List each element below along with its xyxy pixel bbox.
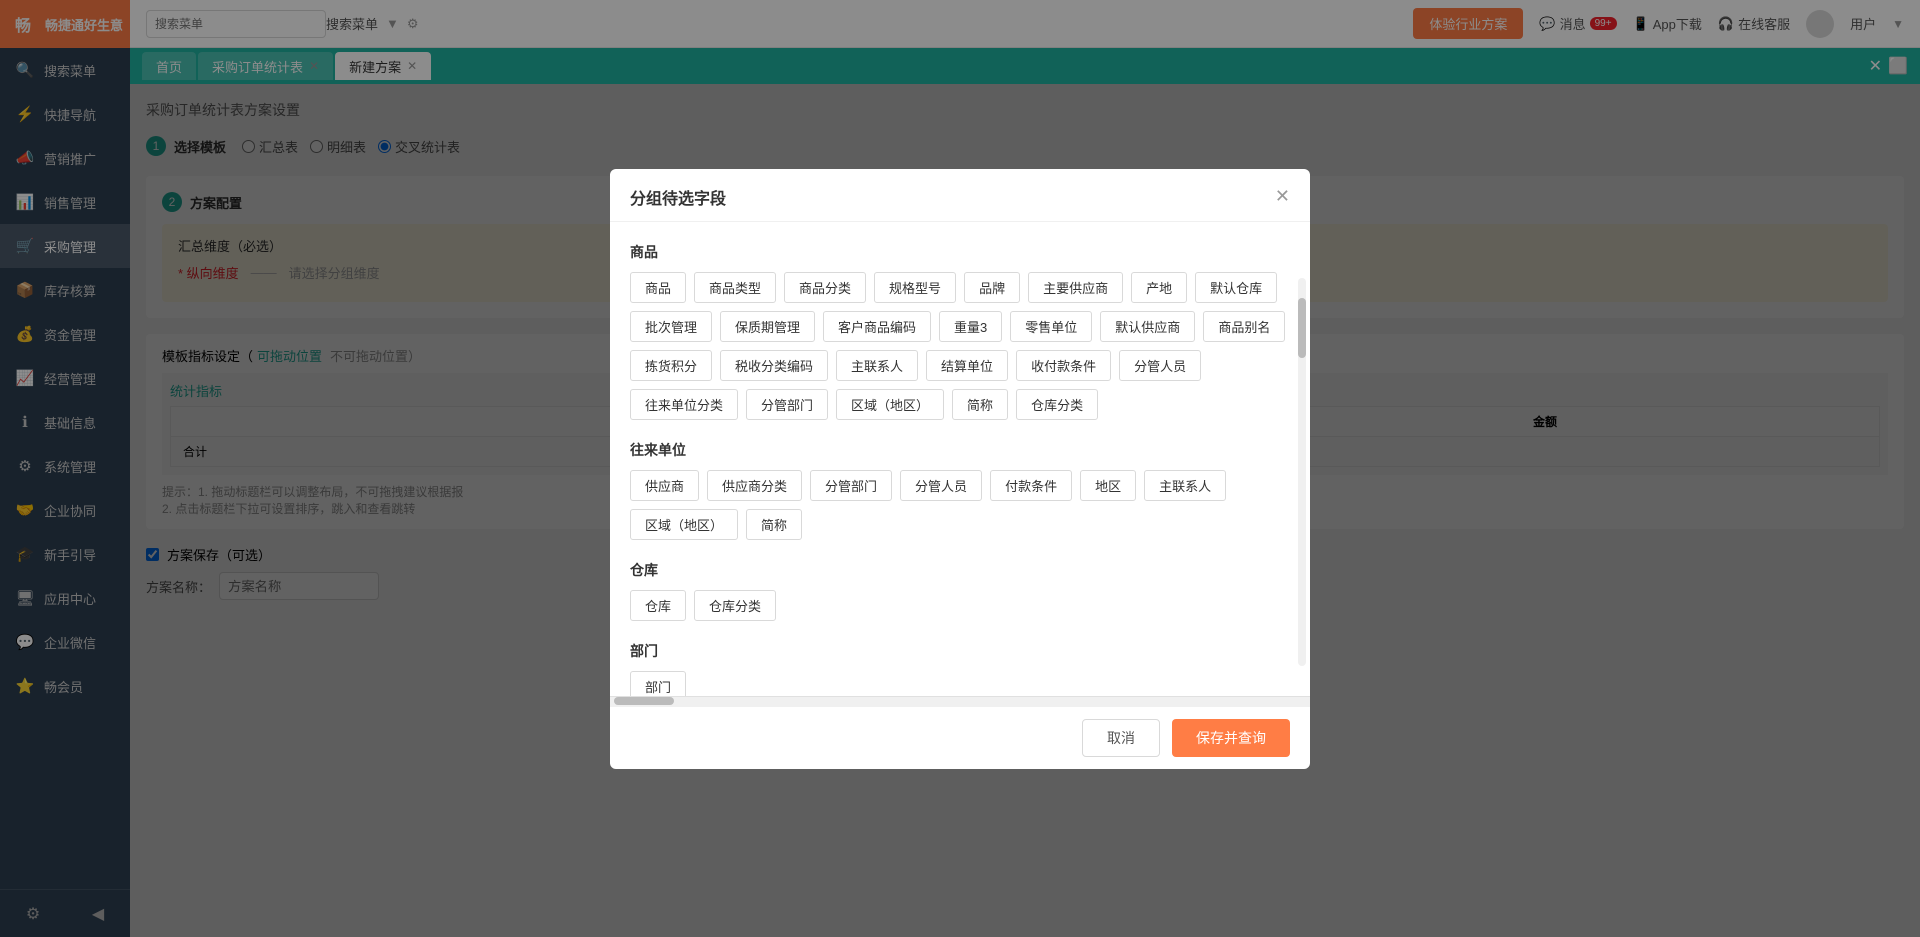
field-group-dept-title: 部门 xyxy=(630,641,1290,661)
field-tag-payment-terms[interactable]: 收付款条件 xyxy=(1016,350,1111,381)
field-tag-supplier[interactable]: 供应商 xyxy=(630,470,699,501)
field-tag-dept-charge[interactable]: 分管部门 xyxy=(810,470,892,501)
field-tag-counterpart-category[interactable]: 往来单位分类 xyxy=(630,389,738,420)
field-tag-product[interactable]: 商品 xyxy=(630,272,686,303)
modal-confirm-btn[interactable]: 保存并查询 xyxy=(1172,719,1290,757)
vscroll-thumb xyxy=(1298,298,1306,358)
field-tag-customer-code[interactable]: 客户商品编码 xyxy=(823,311,931,342)
field-tag-responsible-person[interactable]: 分管人员 xyxy=(1119,350,1201,381)
modal-hscroll[interactable] xyxy=(610,696,1310,705)
field-group-counterpart: 往来单位 供应商 供应商分类 分管部门 分管人员 付款条件 地区 主联系人 区域… xyxy=(630,440,1290,540)
modal-body[interactable]: 商品 商品 商品类型 商品分类 规格型号 品牌 主要供应商 产地 默认仓库 批次… xyxy=(610,222,1310,697)
field-tag-warehouse-category[interactable]: 仓库分类 xyxy=(1016,389,1098,420)
field-group-product: 商品 商品 商品类型 商品分类 规格型号 品牌 主要供应商 产地 默认仓库 批次… xyxy=(630,242,1290,420)
field-tag-expiry-mgmt[interactable]: 保质期管理 xyxy=(720,311,815,342)
field-tag-dept-in-charge[interactable]: 分管部门 xyxy=(746,389,828,420)
field-tag-brand[interactable]: 品牌 xyxy=(964,272,1020,303)
modal-overlay: 分组待选字段 ✕ 商品 商品 商品类型 商品分类 规格型号 品牌 主要供应商 产… xyxy=(0,0,1920,937)
field-tag-settlement-unit[interactable]: 结算单位 xyxy=(926,350,1008,381)
field-tag-region2[interactable]: 区域（地区） xyxy=(630,509,738,540)
field-tag-spec[interactable]: 规格型号 xyxy=(874,272,956,303)
modal-close-btn[interactable]: ✕ xyxy=(1275,186,1290,207)
field-tag-default-warehouse[interactable]: 默认仓库 xyxy=(1195,272,1277,303)
field-group-counterpart-title: 往来单位 xyxy=(630,440,1290,460)
field-tag-abbr[interactable]: 简称 xyxy=(746,509,802,540)
field-tag-weight[interactable]: 重量3 xyxy=(939,311,1002,342)
hscroll-thumb xyxy=(614,697,674,705)
field-tag-tax-code[interactable]: 税收分类编码 xyxy=(720,350,828,381)
modal-title: 分组待选字段 xyxy=(630,185,726,209)
modal-header: 分组待选字段 ✕ xyxy=(610,169,1310,222)
field-tag-dept[interactable]: 部门 xyxy=(630,671,686,697)
field-tag-pay-terms[interactable]: 付款条件 xyxy=(990,470,1072,501)
field-tag-default-supplier[interactable]: 默认供应商 xyxy=(1100,311,1195,342)
field-tags-warehouse: 仓库 仓库分类 xyxy=(630,590,1290,621)
modal-cancel-btn[interactable]: 取消 xyxy=(1082,719,1160,757)
field-tag-main-contact2[interactable]: 主联系人 xyxy=(1144,470,1226,501)
field-tag-main-supplier[interactable]: 主要供应商 xyxy=(1028,272,1123,303)
field-tag-product-alias[interactable]: 商品别名 xyxy=(1203,311,1285,342)
field-group-product-title: 商品 xyxy=(630,242,1290,262)
field-tag-area[interactable]: 地区 xyxy=(1080,470,1136,501)
field-group-warehouse-title: 仓库 xyxy=(630,560,1290,580)
field-tags-product: 商品 商品类型 商品分类 规格型号 品牌 主要供应商 产地 默认仓库 批次管理 … xyxy=(630,272,1290,420)
field-tag-origin[interactable]: 产地 xyxy=(1131,272,1187,303)
field-tag-warehouse-cat[interactable]: 仓库分类 xyxy=(694,590,776,621)
field-tag-retail-unit[interactable]: 零售单位 xyxy=(1010,311,1092,342)
field-group-dept: 部门 部门 xyxy=(630,641,1290,697)
field-tag-batch-mgmt[interactable]: 批次管理 xyxy=(630,311,712,342)
field-tags-counterpart: 供应商 供应商分类 分管部门 分管人员 付款条件 地区 主联系人 区域（地区） … xyxy=(630,470,1290,540)
modal-vscroll[interactable] xyxy=(1298,278,1306,667)
field-tag-main-contact[interactable]: 主联系人 xyxy=(836,350,918,381)
modal-footer: 取消 保存并查询 xyxy=(610,706,1310,769)
modal: 分组待选字段 ✕ 商品 商品 商品类型 商品分类 规格型号 品牌 主要供应商 产… xyxy=(610,169,1310,769)
field-tag-supplier-category[interactable]: 供应商分类 xyxy=(707,470,802,501)
field-tag-pick-points[interactable]: 拣货积分 xyxy=(630,350,712,381)
field-tag-product-type[interactable]: 商品类型 xyxy=(694,272,776,303)
field-tag-product-category[interactable]: 商品分类 xyxy=(784,272,866,303)
field-tags-dept: 部门 xyxy=(630,671,1290,697)
field-tag-region[interactable]: 区域（地区） xyxy=(836,389,944,420)
field-tag-warehouse[interactable]: 仓库 xyxy=(630,590,686,621)
field-group-warehouse: 仓库 仓库 仓库分类 xyxy=(630,560,1290,621)
field-tag-person-charge[interactable]: 分管人员 xyxy=(900,470,982,501)
field-tag-short-name[interactable]: 简称 xyxy=(952,389,1008,420)
